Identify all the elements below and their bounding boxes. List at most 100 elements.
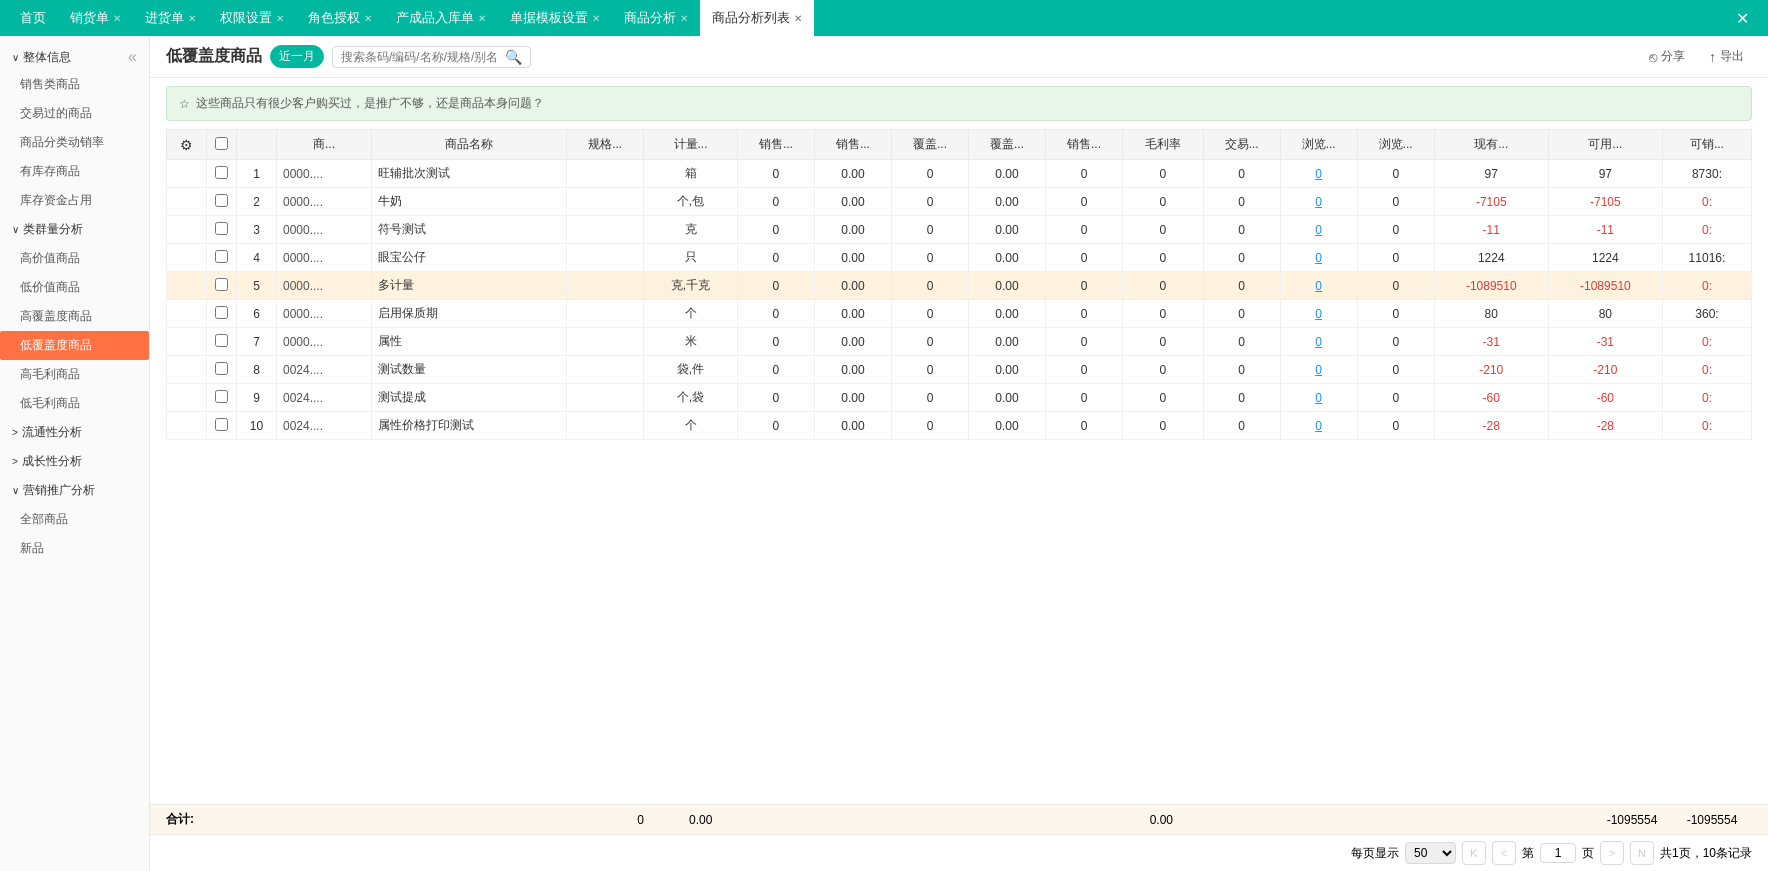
sidebar-collapse-btn[interactable]: «	[124, 48, 141, 66]
sidebar-item-category-rate[interactable]: 商品分类动销率	[0, 128, 149, 157]
col-unit[interactable]: 计量...	[644, 130, 738, 160]
last-page-btn[interactable]: N	[1630, 841, 1654, 865]
cell-browse1[interactable]: 0	[1280, 244, 1357, 272]
sidebar-item-new-goods[interactable]: 新品	[0, 534, 149, 563]
nav-close-product-analysis[interactable]: ✕	[680, 13, 688, 24]
col-cover1[interactable]: 覆盖...	[891, 130, 968, 160]
row-checkbox-1[interactable]	[215, 194, 228, 207]
sidebar-item-traded-goods[interactable]: 交易过的商品	[0, 99, 149, 128]
cell-browse1[interactable]: 0	[1280, 188, 1357, 216]
sidebar-item-in-stock[interactable]: 有库存商品	[0, 157, 149, 186]
nav-item-home[interactable]: 首页	[8, 0, 58, 36]
nav-close-purchase[interactable]: ✕	[188, 13, 196, 24]
col-spec[interactable]: 规格...	[567, 130, 644, 160]
share-button[interactable]: ⎋ 分享	[1641, 44, 1693, 69]
col-sales1[interactable]: 销售...	[737, 130, 814, 160]
cell-checkbox[interactable]	[207, 272, 237, 300]
sidebar-item-high-profit[interactable]: 高毛利商品	[0, 360, 149, 389]
cell-browse1[interactable]: 0	[1280, 160, 1357, 188]
sidebar-section-growth[interactable]: > 成长性分析	[0, 447, 149, 476]
col-code[interactable]: 商...	[277, 130, 372, 160]
cell-browse1[interactable]: 0	[1280, 328, 1357, 356]
next-page-btn[interactable]: >	[1600, 841, 1624, 865]
row-checkbox-0[interactable]	[215, 166, 228, 179]
sidebar-item-low-profit[interactable]: 低毛利商品	[0, 389, 149, 418]
nav-item-product-entry[interactable]: 产成品入库单 ✕	[384, 0, 498, 36]
cell-browse1[interactable]: 0	[1280, 216, 1357, 244]
settings-icon[interactable]: ⚙	[180, 137, 193, 153]
row-checkbox-5[interactable]	[215, 306, 228, 319]
cell-browse1[interactable]: 0	[1280, 300, 1357, 328]
select-all-checkbox[interactable]	[215, 137, 228, 150]
nav-item-permission[interactable]: 权限设置 ✕	[208, 0, 296, 36]
prev-page-btn[interactable]: <	[1492, 841, 1516, 865]
nav-item-template[interactable]: 单据模板设置 ✕	[498, 0, 612, 36]
cell-checkbox[interactable]	[207, 216, 237, 244]
col-browse2[interactable]: 浏览...	[1357, 130, 1434, 160]
search-icon[interactable]: 🔍	[505, 49, 522, 65]
nav-item-purchase[interactable]: 进货单 ✕	[133, 0, 208, 36]
nav-close-permission[interactable]: ✕	[276, 13, 284, 24]
col-gross-rate[interactable]: 毛利率	[1123, 130, 1204, 160]
sidebar-section-circulation[interactable]: > 流通性分析	[0, 418, 149, 447]
cell-browse1[interactable]: 0	[1280, 356, 1357, 384]
cell-browse1[interactable]: 0	[1280, 412, 1357, 440]
sidebar-item-sales-goods[interactable]: 销售类商品	[0, 70, 149, 99]
browse1-link[interactable]: 0	[1315, 419, 1322, 433]
cell-checkbox[interactable]	[207, 384, 237, 412]
row-checkbox-6[interactable]	[215, 334, 228, 347]
first-page-btn[interactable]: K	[1462, 841, 1486, 865]
col-name[interactable]: 商品名称	[371, 130, 566, 160]
col-stock2[interactable]: 可用...	[1548, 130, 1662, 160]
cell-checkbox[interactable]	[207, 188, 237, 216]
row-checkbox-7[interactable]	[215, 362, 228, 375]
nav-close-product-analysis-list[interactable]: ✕	[794, 13, 802, 24]
page-size-select[interactable]: 50 100 200	[1405, 842, 1456, 864]
search-input[interactable]	[341, 50, 501, 64]
sidebar-item-low-coverage[interactable]: 低覆盖度商品	[0, 331, 149, 360]
browse1-link[interactable]: 0	[1315, 335, 1322, 349]
col-trade[interactable]: 交易...	[1203, 130, 1280, 160]
col-sales2[interactable]: 销售...	[814, 130, 891, 160]
row-checkbox-4[interactable]	[215, 278, 228, 291]
sidebar-item-low-value[interactable]: 低价值商品	[0, 273, 149, 302]
browse1-link[interactable]: 0	[1315, 251, 1322, 265]
col-checkbox[interactable]	[207, 130, 237, 160]
col-salable[interactable]: 可销...	[1662, 130, 1751, 160]
cell-browse1[interactable]: 0	[1280, 272, 1357, 300]
sidebar-item-high-coverage[interactable]: 高覆盖度商品	[0, 302, 149, 331]
cell-checkbox[interactable]	[207, 356, 237, 384]
browse1-link[interactable]: 0	[1315, 223, 1322, 237]
sidebar-item-capital[interactable]: 库存资金占用	[0, 186, 149, 215]
row-checkbox-3[interactable]	[215, 250, 228, 263]
nav-item-product-analysis-list[interactable]: 商品分析列表 ✕	[700, 0, 814, 36]
browse1-link[interactable]: 0	[1315, 363, 1322, 377]
cell-browse1[interactable]: 0	[1280, 384, 1357, 412]
nav-close-product-entry[interactable]: ✕	[478, 13, 486, 24]
row-checkbox-9[interactable]	[215, 418, 228, 431]
col-cover2[interactable]: 覆盖...	[969, 130, 1046, 160]
nav-close-sales[interactable]: ✕	[113, 13, 121, 24]
sidebar-section-overall[interactable]: ∨ 整体信息	[12, 49, 71, 66]
nav-close-template[interactable]: ✕	[592, 13, 600, 24]
nav-item-product-analysis[interactable]: 商品分析 ✕	[612, 0, 700, 36]
browse1-link[interactable]: 0	[1315, 391, 1322, 405]
cell-checkbox[interactable]	[207, 300, 237, 328]
sidebar-section-marketing[interactable]: ∨ 营销推广分析	[0, 476, 149, 505]
col-sales3[interactable]: 销售...	[1046, 130, 1123, 160]
nav-item-sales[interactable]: 销货单 ✕	[58, 0, 133, 36]
browse1-link[interactable]: 0	[1315, 195, 1322, 209]
cell-checkbox[interactable]	[207, 244, 237, 272]
col-browse1[interactable]: 浏览...	[1280, 130, 1357, 160]
cell-checkbox[interactable]	[207, 328, 237, 356]
sidebar-item-all-goods[interactable]: 全部商品	[0, 505, 149, 534]
sidebar-section-cluster[interactable]: ∨ 类群量分析	[0, 215, 149, 244]
current-page-input[interactable]	[1540, 843, 1576, 863]
row-checkbox-2[interactable]	[215, 222, 228, 235]
col-stock1[interactable]: 现有...	[1434, 130, 1548, 160]
nav-item-role[interactable]: 角色授权 ✕	[296, 0, 384, 36]
sidebar-item-high-value[interactable]: 高价值商品	[0, 244, 149, 273]
filter-recent-month[interactable]: 近一月	[270, 45, 324, 68]
browse1-link[interactable]: 0	[1315, 167, 1322, 181]
browse1-link[interactable]: 0	[1315, 307, 1322, 321]
